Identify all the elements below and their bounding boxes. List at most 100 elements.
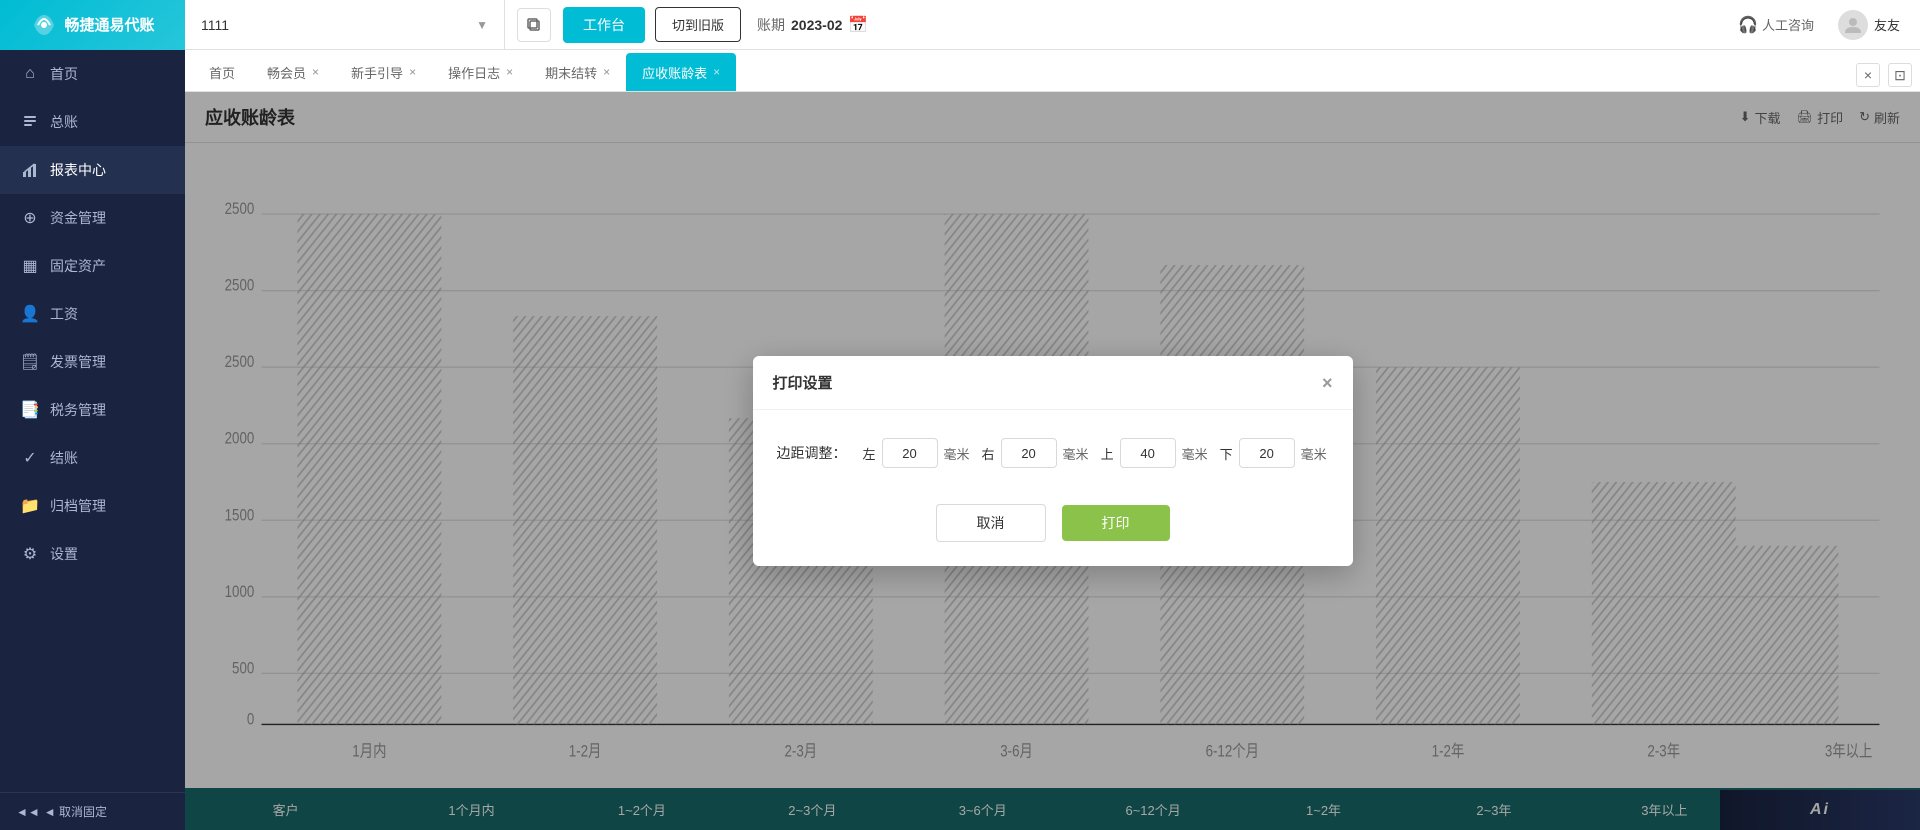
tab-member-label: 畅会员 bbox=[267, 63, 306, 82]
sidebar-item-invoice[interactable]: 🗒 发票管理 bbox=[0, 338, 185, 386]
workbench-button[interactable]: 工作台 bbox=[563, 7, 645, 43]
left-margin-group: 左 毫米 bbox=[863, 438, 970, 468]
reports-icon bbox=[20, 160, 40, 180]
company-selector[interactable]: 1111 ▼ bbox=[185, 0, 505, 49]
dialog-footer: 取消 打印 bbox=[753, 488, 1353, 566]
user-label: 友友 bbox=[1874, 15, 1900, 34]
tab-home[interactable]: 首页 bbox=[193, 53, 251, 91]
calendar-icon[interactable]: 📅 bbox=[848, 15, 868, 35]
sidebar-item-funds[interactable]: ⊕ 资金管理 bbox=[0, 194, 185, 242]
salary-icon: 👤 bbox=[20, 304, 40, 324]
sidebar-label-tax: 税务管理 bbox=[50, 400, 106, 420]
tab-guide[interactable]: 新手引导 × bbox=[335, 53, 432, 91]
sidebar-item-tax[interactable]: 📑 税务管理 bbox=[0, 386, 185, 434]
fixed-icon: ▦ bbox=[20, 256, 40, 276]
bottom-margin-group: 下 毫米 bbox=[1220, 438, 1327, 468]
sidebar-label-archive: 归档管理 bbox=[50, 496, 106, 516]
header-right: 🎧 人工咨询 友友 bbox=[1738, 10, 1920, 40]
tab-close-all-button[interactable]: × bbox=[1856, 63, 1880, 87]
print-dialog: 打印设置 × 边距调整： 左 毫米 bbox=[753, 356, 1353, 566]
close-account-icon: ✓ bbox=[20, 448, 40, 468]
collapse-label: ◄ 取消固定 bbox=[44, 803, 107, 820]
cancel-button[interactable]: 取消 bbox=[936, 504, 1046, 542]
sidebar-label-fixed: 固定资产 bbox=[50, 256, 106, 276]
left-unit: 毫米 bbox=[944, 444, 970, 463]
sidebar-label-reports: 报表中心 bbox=[50, 160, 106, 180]
copy-icon bbox=[526, 17, 542, 33]
tab-aging-close[interactable]: × bbox=[713, 65, 720, 79]
tab-yearend[interactable]: 期末结转 × bbox=[529, 53, 626, 91]
funds-icon: ⊕ bbox=[20, 208, 40, 228]
company-name: 1111 bbox=[201, 17, 468, 33]
confirm-print-button[interactable]: 打印 bbox=[1062, 505, 1170, 541]
sidebar-label-invoice: 发票管理 bbox=[50, 352, 106, 372]
left-label: 左 bbox=[863, 444, 876, 463]
sidebar-label-home: 首页 bbox=[50, 64, 78, 84]
sidebar-collapse[interactable]: ◄◄ ◄ 取消固定 bbox=[0, 792, 185, 830]
tab-yearend-label: 期末结转 bbox=[545, 63, 597, 82]
right-unit: 毫米 bbox=[1063, 444, 1089, 463]
tab-member[interactable]: 畅会员 × bbox=[251, 53, 335, 91]
tab-yearend-close[interactable]: × bbox=[603, 65, 610, 79]
dialog-close-button[interactable]: × bbox=[1322, 374, 1333, 392]
tab-expand-button[interactable]: ⊡ bbox=[1888, 63, 1912, 87]
tab-oplog-close[interactable]: × bbox=[506, 65, 513, 79]
sidebar-label-close: 结账 bbox=[50, 448, 78, 468]
sidebar-item-settings[interactable]: ⚙ 设置 bbox=[0, 530, 185, 578]
top-margin-group: 上 毫米 bbox=[1101, 438, 1208, 468]
logo-text: 畅捷通易代账 bbox=[64, 14, 154, 35]
period-label: 账期 bbox=[757, 15, 785, 35]
tab-home-label: 首页 bbox=[209, 63, 235, 82]
margin-row: 边距调整： 左 毫米 右 毫米 bbox=[777, 438, 1329, 468]
tab-guide-close[interactable]: × bbox=[409, 65, 416, 79]
sidebar-item-fixed[interactable]: ▦ 固定资产 bbox=[0, 242, 185, 290]
margin-label: 边距调整： bbox=[777, 443, 847, 463]
left-margin-input[interactable] bbox=[882, 438, 938, 468]
collapse-icon: ◄◄ bbox=[16, 805, 40, 819]
bottom-margin-input[interactable] bbox=[1239, 438, 1295, 468]
logo-icon bbox=[30, 11, 58, 39]
tab-member-close[interactable]: × bbox=[312, 65, 319, 79]
avatar bbox=[1838, 10, 1868, 40]
period-area: 账期 2023-02 📅 bbox=[757, 15, 868, 35]
tab-aging[interactable]: 应收账龄表 × bbox=[626, 53, 736, 91]
modal-overlay: 打印设置 × 边距调整： 左 毫米 bbox=[185, 92, 1920, 830]
main-layout: ⌂ 首页 总账 bbox=[0, 50, 1920, 830]
copy-button[interactable] bbox=[517, 8, 551, 42]
sidebar-item-close[interactable]: ✓ 结账 bbox=[0, 434, 185, 482]
sidebar-item-reports[interactable]: 报表中心 bbox=[0, 146, 185, 194]
sidebar-label-salary: 工资 bbox=[50, 304, 78, 324]
dialog-header: 打印设置 × bbox=[753, 356, 1353, 410]
sidebar-label-ledger: 总账 bbox=[50, 112, 78, 132]
page-content: 应收账龄表 ⬇ 下载 🖨 打印 ↻ 刷新 bbox=[185, 92, 1920, 830]
right-margin-group: 右 毫米 bbox=[982, 438, 1089, 468]
bottom-label: 下 bbox=[1220, 444, 1233, 463]
sidebar-label-funds: 资金管理 bbox=[50, 208, 106, 228]
tab-oplog-label: 操作日志 bbox=[448, 63, 500, 82]
sidebar: ⌂ 首页 总账 bbox=[0, 50, 185, 830]
dialog-body: 边距调整： 左 毫米 右 毫米 bbox=[753, 410, 1353, 488]
home-icon: ⌂ bbox=[20, 64, 40, 84]
help-button[interactable]: 🎧 人工咨询 bbox=[1738, 15, 1814, 35]
headset-icon: 🎧 bbox=[1738, 15, 1758, 35]
sidebar-item-salary[interactable]: 👤 工资 bbox=[0, 290, 185, 338]
sidebar-item-home[interactable]: ⌂ 首页 bbox=[0, 50, 185, 98]
top-unit: 毫米 bbox=[1182, 444, 1208, 463]
tab-bar: 首页 畅会员 × 新手引导 × 操作日志 × 期末结转 × 应收账龄表 × bbox=[185, 50, 1920, 92]
ledger-icon bbox=[20, 112, 40, 132]
switch-button[interactable]: 切到旧版 bbox=[655, 7, 741, 42]
period-value: 2023-02 bbox=[791, 17, 842, 33]
right-margin-input[interactable] bbox=[1001, 438, 1057, 468]
tab-oplog[interactable]: 操作日志 × bbox=[432, 53, 529, 91]
archive-icon: 📁 bbox=[20, 496, 40, 516]
user-area[interactable]: 友友 bbox=[1838, 10, 1900, 40]
sidebar-item-ledger[interactable]: 总账 bbox=[0, 98, 185, 146]
sidebar-scroll: ⌂ 首页 总账 bbox=[0, 50, 185, 792]
top-margin-input[interactable] bbox=[1120, 438, 1176, 468]
company-dropdown-icon: ▼ bbox=[476, 18, 488, 32]
top-label: 上 bbox=[1101, 444, 1114, 463]
content-area: 首页 畅会员 × 新手引导 × 操作日志 × 期末结转 × 应收账龄表 × bbox=[185, 50, 1920, 830]
bottom-unit: 毫米 bbox=[1301, 444, 1327, 463]
sidebar-label-settings: 设置 bbox=[50, 544, 78, 564]
sidebar-item-archive[interactable]: 📁 归档管理 bbox=[0, 482, 185, 530]
